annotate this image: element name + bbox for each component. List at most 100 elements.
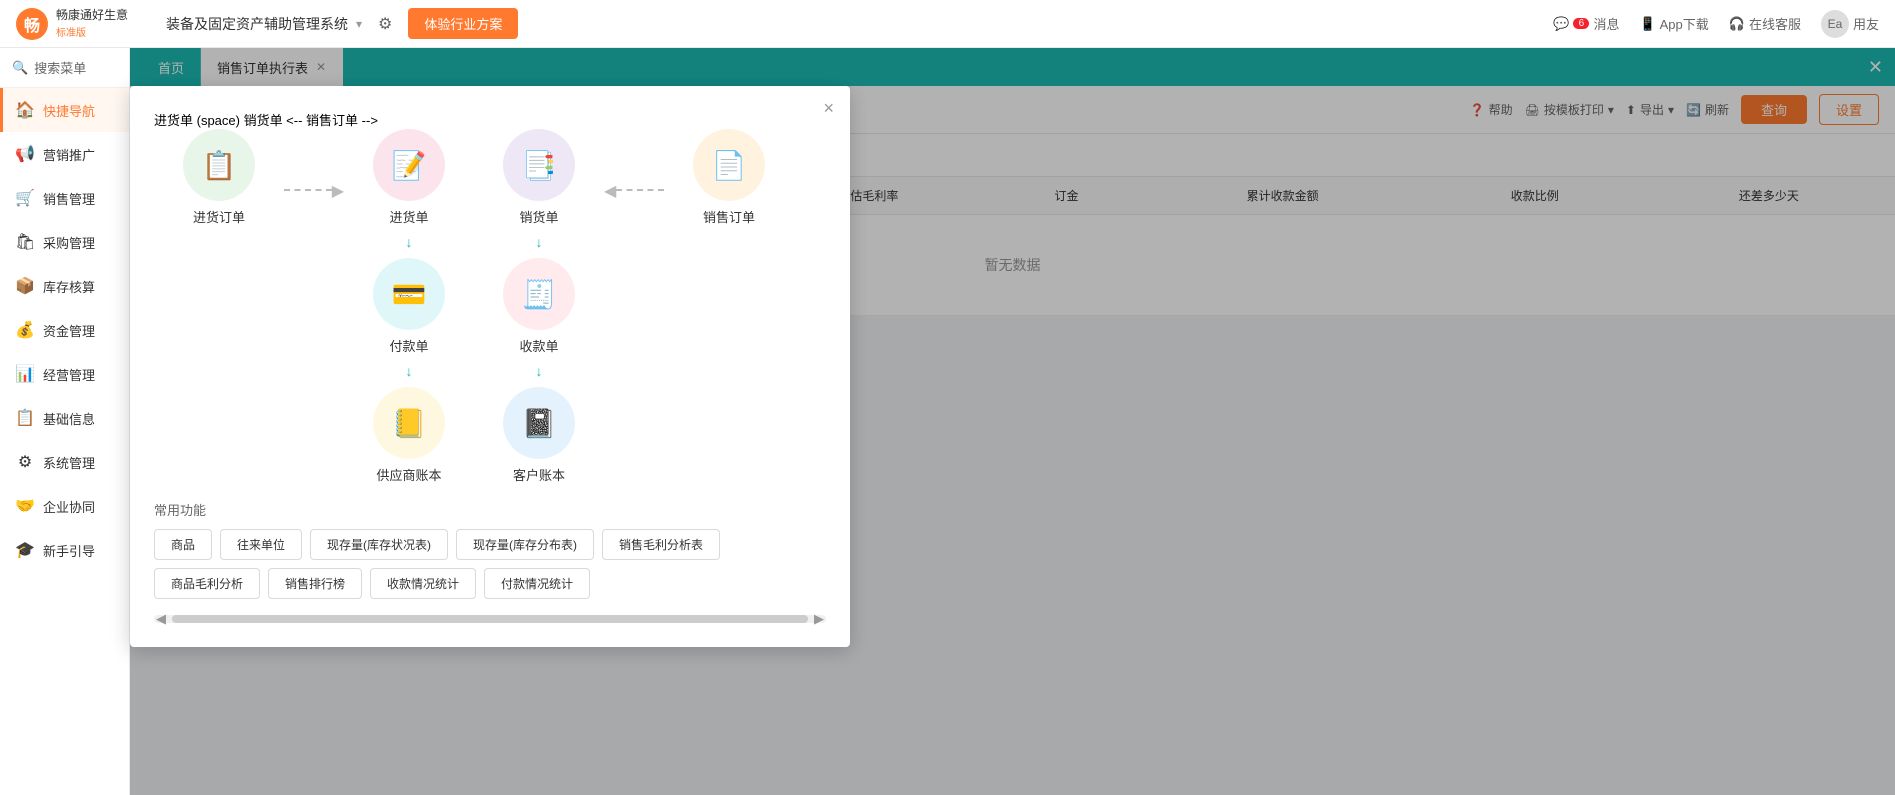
sidebar-icon-business: 📊 (15, 364, 35, 384)
logo-area: 畅 畅康通好生意 标准版 (16, 8, 146, 40)
receipt-icon[interactable]: 🧾 (503, 258, 575, 330)
purchase-order-node: 📋 进货订单 (154, 129, 284, 226)
sales-bill-node: 📑 销货单 (474, 129, 604, 226)
sidebar-icon-purchase: 🛍 (15, 232, 35, 252)
sidebar-icon-quick-nav: 🏠 (15, 100, 35, 120)
sales-bill-label: 销货单 (519, 207, 558, 226)
purchase-bill-icon[interactable]: 📝 (373, 129, 445, 201)
func-btn-3[interactable]: 现存量(库存分布表) (456, 529, 594, 560)
payment-node: 💳 付款单 (344, 258, 474, 355)
message-item[interactable]: 💬 6 消息 (1553, 14, 1619, 33)
flow-down-arrows-2: ↓ ↓ (154, 359, 826, 383)
sidebar-label-basic: 基础信息 (43, 409, 95, 428)
sidebar-label-business: 经营管理 (43, 365, 95, 384)
down-arrow-payment: ↓ (344, 359, 474, 383)
sidebar-label-inventory: 库存核算 (43, 277, 95, 296)
func-btn-2[interactable]: 现存量(库存状况表) (310, 529, 448, 560)
user-name: 用友 (1853, 14, 1879, 33)
down-arrow-receipt: ↓ (474, 359, 604, 383)
sidebar-label-newbie: 新手引导 (43, 541, 95, 560)
sidebar-item-newbie[interactable]: 🎓 新手引导 (0, 528, 129, 572)
message-label: 消息 (1593, 14, 1619, 33)
arrow-right-1: ▶ (284, 154, 344, 201)
search-menu-label: 搜索菜单 (34, 58, 86, 77)
logo-title: 畅康通好生意 (56, 8, 128, 24)
sidebar-item-cooperation[interactable]: 🤝 企业协同 (0, 484, 129, 528)
scroll-left-icon[interactable]: ◀ (154, 611, 168, 627)
arrow-left-1: ◀ (604, 154, 664, 201)
sidebar-item-purchase[interactable]: 🛍 采购管理 (0, 220, 129, 264)
sidebar-icon-cooperation: 🤝 (15, 496, 35, 516)
flow-modal: × 进货单 (space) 销货单 <-- 销售订单 --> 📋 进货订单 ▶ … (130, 86, 850, 647)
sidebar-label-system: 系统管理 (43, 453, 95, 472)
online-service-label: 在线客服 (1749, 14, 1801, 33)
func-btn-6[interactable]: 销售排行榜 (268, 568, 362, 599)
sales-bill-icon[interactable]: 📑 (503, 129, 575, 201)
scrollbar-thumb[interactable] (172, 615, 808, 623)
sidebar-item-marketing[interactable]: 📢 营销推广 (0, 132, 129, 176)
sidebar-icon-sales: 🛒 (15, 188, 35, 208)
sidebar-label-marketing: 营销推广 (43, 145, 95, 164)
sales-order-label: 销售订单 (703, 207, 755, 226)
modal-scrollbar[interactable]: ◀ ▶ (154, 615, 826, 623)
sidebar-label-finance: 资金管理 (43, 321, 95, 340)
app-download-item[interactable]: 📱 App下载 (1639, 14, 1708, 33)
logo-text-area: 畅康通好生意 标准版 (56, 8, 128, 39)
supplier-ledger-label: 供应商账本 (376, 465, 441, 484)
sidebar-label-sales: 销售管理 (43, 189, 95, 208)
sidebar-item-quick-nav[interactable]: 🏠 快捷导航 (0, 88, 129, 132)
func-btn-8[interactable]: 付款情况统计 (484, 568, 590, 599)
sidebar-icon-inventory: 📦 (15, 276, 35, 296)
modal-close-button[interactable]: × (823, 98, 834, 119)
sales-order-node: 📄 销售订单 (664, 129, 794, 226)
sidebar-item-system[interactable]: ⚙ 系统管理 (0, 440, 129, 484)
func-buttons-container: 商品往来单位现存量(库存状况表) 现存量(库存分布表) 销售毛利分析表商品毛利分析销… (154, 529, 826, 599)
trial-button[interactable]: 体验行业方案 (408, 8, 518, 39)
sidebar-icon-basic: 📋 (15, 408, 35, 428)
system-chevron-icon[interactable]: ▾ (356, 17, 362, 31)
system-name-text: 装备及固定资产辅助管理系统 (166, 14, 348, 34)
top-header: 畅 畅康通好生意 标准版 装备及固定资产辅助管理系统 ▾ ⚙ 体验行业方案 💬 … (0, 0, 1895, 48)
customer-ledger-label: 客户账本 (513, 465, 565, 484)
receipt-node: 🧾 收款单 (474, 258, 604, 355)
sidebar-icon-marketing: 📢 (15, 144, 35, 164)
func-btn-7[interactable]: 收款情况统计 (370, 568, 476, 599)
search-menu-item[interactable]: 🔍 搜索菜单 (0, 48, 129, 88)
sidebar-item-basic[interactable]: 📋 基础信息 (0, 396, 129, 440)
app-download-label: App下载 (1660, 14, 1709, 33)
scroll-right-icon[interactable]: ▶ (812, 611, 826, 627)
receipt-label: 收款单 (519, 336, 558, 355)
sidebar-item-finance[interactable]: 💰 资金管理 (0, 308, 129, 352)
system-name-area: 装备及固定资产辅助管理系统 ▾ ⚙ (166, 14, 392, 34)
func-btn-5[interactable]: 商品毛利分析 (154, 568, 260, 599)
sidebar-item-sales[interactable]: 🛒 销售管理 (0, 176, 129, 220)
payment-icon[interactable]: 💳 (373, 258, 445, 330)
func-btn-4[interactable]: 销售毛利分析表 (602, 529, 720, 560)
purchase-bill-label: 进货单 (389, 207, 428, 226)
func-btn-1[interactable]: 往来单位 (220, 529, 302, 560)
flow-down-arrows-1: ↓ ↓ (154, 230, 826, 254)
sidebar-item-inventory[interactable]: 📦 库存核算 (0, 264, 129, 308)
func-btn-0[interactable]: 商品 (154, 529, 212, 560)
customer-ledger-icon[interactable]: 📓 (503, 387, 575, 459)
flow-row-2: 💳 付款单 🧾 收款单 (154, 258, 826, 355)
purchase-bill-node: 📝 进货单 (344, 129, 474, 226)
header-right: 💬 6 消息 📱 App下载 🎧 在线客服 Ea 用友 (1553, 10, 1879, 38)
sidebar: 🔍 搜索菜单 🏠 快捷导航 📢 营销推广 🛒 销售管理 🛍 采购管理 📦 库存核… (0, 48, 130, 795)
mobile-icon: 📱 (1639, 16, 1655, 32)
sidebar-label-purchase: 采购管理 (43, 233, 95, 252)
logo-icon: 畅 (16, 8, 48, 40)
sidebar-label-quick-nav: 快捷导航 (43, 101, 95, 120)
user-item[interactable]: Ea 用友 (1821, 10, 1879, 38)
common-funcs-title: 常用功能 (154, 500, 826, 519)
sidebar-item-business[interactable]: 📊 经营管理 (0, 352, 129, 396)
modal-overlay[interactable]: × 进货单 (space) 销货单 <-- 销售订单 --> 📋 进货订单 ▶ … (130, 48, 1895, 795)
online-service-item[interactable]: 🎧 在线客服 (1729, 14, 1801, 33)
settings-icon[interactable]: ⚙ (378, 14, 392, 34)
search-icon: 🔍 (12, 60, 28, 76)
supplier-ledger-icon[interactable]: 📒 (373, 387, 445, 459)
down-arrow-purchase: ↓ (344, 230, 474, 254)
sales-order-icon[interactable]: 📄 (693, 129, 765, 201)
purchase-order-icon[interactable]: 📋 (183, 129, 255, 201)
message-icon: 💬 (1553, 16, 1569, 32)
